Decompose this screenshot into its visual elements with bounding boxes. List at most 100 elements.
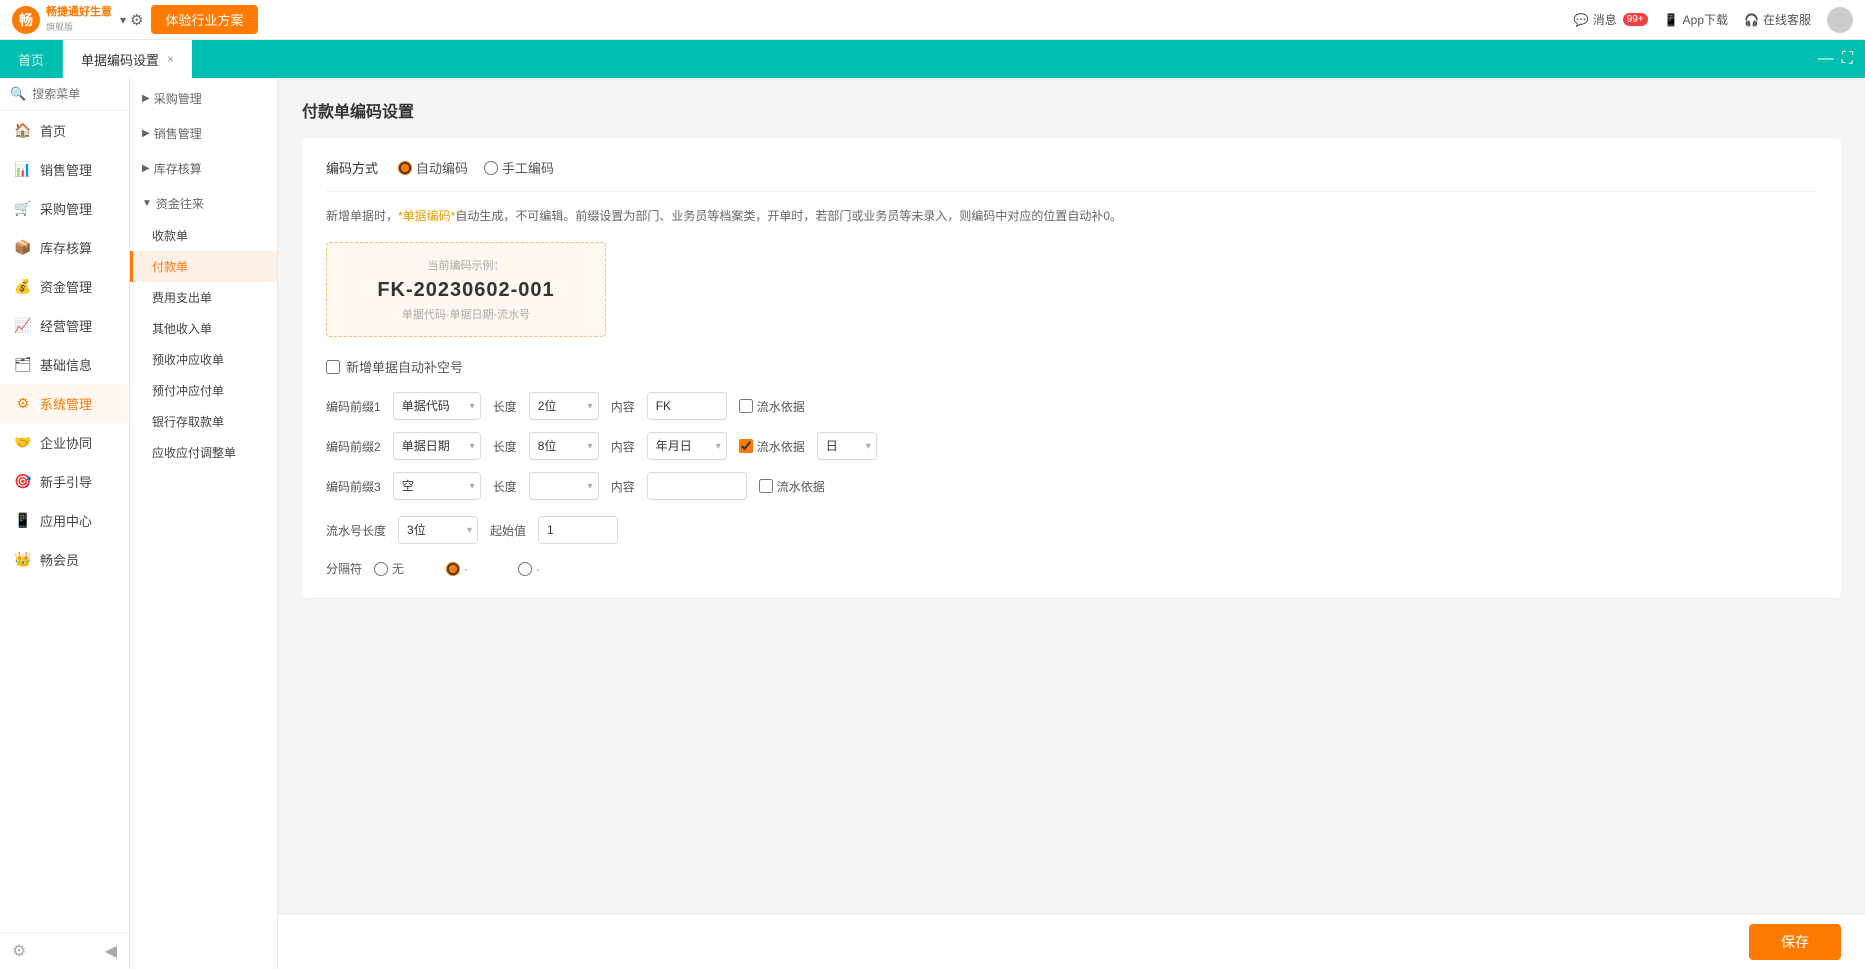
serial-length-select-wrap[interactable]: 3位: [398, 516, 478, 544]
sep-none-option[interactable]: 无: [374, 560, 430, 577]
settings-card: 编码方式 自动编码 手工编码 新增单据时，*单据编码*自动生: [302, 138, 1841, 597]
nav-settings-icon[interactable]: ⚙: [130, 11, 143, 29]
serial-length-select[interactable]: 3位: [398, 516, 478, 544]
manual-encoding-radio[interactable]: [484, 161, 498, 175]
sidebar-item-inventory[interactable]: 📦 库存核算: [0, 228, 129, 267]
prefix3-select[interactable]: 空: [393, 472, 481, 500]
sidebar-item-system[interactable]: ⚙ 系统管理: [0, 384, 129, 423]
sep-dot-option[interactable]: ·: [446, 562, 502, 576]
sub-group-sales-header[interactable]: ▶ 销售管理: [130, 117, 277, 150]
sidebar-footer: ⚙ ◀: [0, 932, 129, 969]
user-avatar[interactable]: [1827, 7, 1853, 33]
sidebar-item-apps[interactable]: 📱 应用中心: [0, 501, 129, 540]
manual-encoding-label: 手工编码: [502, 158, 554, 177]
sep-none-radio[interactable]: [374, 562, 388, 576]
sep-dot2-option[interactable]: ·: [518, 562, 574, 576]
sub-group-sales-label: 销售管理: [154, 125, 202, 142]
prefix2-select-wrap[interactable]: 单据日期: [393, 432, 481, 460]
sidebar-item-label-finance: 资金管理: [40, 277, 92, 296]
sidebar-item-operations[interactable]: 📈 经营管理: [0, 306, 129, 345]
sidebar-search-bar[interactable]: 🔍: [0, 78, 129, 111]
prefix2-select[interactable]: 单据日期: [393, 432, 481, 460]
search-input[interactable]: [32, 87, 130, 101]
trial-button[interactable]: 体验行业方案: [151, 5, 257, 34]
online-service-item[interactable]: 🎧 在线客服: [1744, 11, 1811, 28]
app-download-item[interactable]: 📱 App下载: [1664, 11, 1728, 28]
sub-group-sales: ▶ 销售管理: [130, 117, 277, 150]
length3-select-wrap[interactable]: [529, 472, 599, 500]
prefix3-select-wrap[interactable]: 空: [393, 472, 481, 500]
message-icon: 💬: [1574, 13, 1589, 27]
sub-item-other-income[interactable]: 其他收入单: [130, 313, 277, 344]
sidebar-item-home[interactable]: 🏠 首页: [0, 111, 129, 150]
prefix1-select[interactable]: 单据代码: [393, 392, 481, 420]
logo-icon: 畅: [12, 6, 40, 34]
sidebar-item-finance[interactable]: 💰 资金管理: [0, 267, 129, 306]
phone-icon: 📱: [1664, 13, 1679, 27]
auto-encoding-option[interactable]: 自动编码: [398, 158, 468, 177]
system-icon: ⚙: [14, 395, 32, 413]
nav-dropdown-arrow[interactable]: ▾: [120, 13, 126, 27]
sales-arrow-icon: ▶: [142, 128, 150, 139]
sub-item-pre-receivable[interactable]: 预收冲应收单: [130, 344, 277, 375]
finance-icon: 💰: [14, 278, 32, 296]
tab-encoding-settings[interactable]: 单据编码设置 ×: [63, 40, 192, 78]
length2-select-wrap[interactable]: 8位: [529, 432, 599, 460]
length2-select[interactable]: 8位: [529, 432, 599, 460]
manual-encoding-option[interactable]: 手工编码: [484, 158, 554, 177]
sidebar-item-sales[interactable]: 📊 销售管理: [0, 150, 129, 189]
sub-item-pre-payable[interactable]: 预付冲应付单: [130, 375, 277, 406]
sub-item-receipt[interactable]: 收款单: [130, 220, 277, 251]
sidebar-item-enterprise[interactable]: 🤝 企业协同: [0, 423, 129, 462]
separator-label: 分隔符: [326, 560, 362, 577]
form-row-1: 编码前缀1 单据代码 长度 2位 内容: [326, 392, 1817, 420]
auto-zero-checkbox[interactable]: [326, 360, 340, 374]
sidebar-item-guide[interactable]: 🎯 新手引导: [0, 462, 129, 501]
sub-group-inventory-header[interactable]: ▶ 库存核算: [130, 152, 277, 185]
sidebar-item-base[interactable]: 🗂 基础信息: [0, 345, 129, 384]
auto-encoding-radio[interactable]: [398, 161, 412, 175]
length1-select[interactable]: 2位: [529, 392, 599, 420]
topbar: 畅 畅捷通好生意 旗舰版 ▾ ⚙ 体验行业方案 💬 消息 99+ 📱 App下载…: [0, 0, 1865, 40]
serial2-checkbox[interactable]: [739, 439, 753, 453]
sep-dot-radio[interactable]: [446, 562, 460, 576]
sidebar-item-membership[interactable]: 👑 畅会员: [0, 540, 129, 579]
serial3-checkbox[interactable]: [759, 479, 773, 493]
content2-select-wrap[interactable]: 年月日: [647, 432, 727, 460]
length1-select-wrap[interactable]: 2位: [529, 392, 599, 420]
sub-group-capital-header[interactable]: ▼ 资金往来: [130, 187, 277, 220]
length3-select[interactable]: [529, 472, 599, 500]
sub-group-purchase: ▶ 采购管理: [130, 82, 277, 115]
message-label: 消息: [1593, 11, 1617, 28]
content2-select[interactable]: 年月日: [647, 432, 727, 460]
sub-item-adjustment[interactable]: 应收应付调整单: [130, 437, 277, 468]
sub-item-payment[interactable]: 付款单: [130, 251, 277, 282]
collapse-icon[interactable]: ◀: [105, 941, 117, 961]
online-service-label: 在线客服: [1763, 11, 1811, 28]
sub-group-purchase-header[interactable]: ▶ 采购管理: [130, 82, 277, 115]
serial2-unit-wrap[interactable]: 日: [817, 432, 877, 460]
tab-home[interactable]: 首页: [0, 40, 63, 78]
content3-input[interactable]: [647, 472, 747, 500]
sep-dot2-radio[interactable]: [518, 562, 532, 576]
prefix1-select-wrap[interactable]: 单据代码: [393, 392, 481, 420]
sidebar-item-purchase[interactable]: 🛒 采购管理: [0, 189, 129, 228]
topbar-nav[interactable]: ▾ ⚙: [120, 11, 143, 29]
content1-input[interactable]: [647, 392, 727, 420]
sub-item-bank[interactable]: 银行存取款单: [130, 406, 277, 437]
minimize-icon[interactable]: —: [1818, 50, 1834, 68]
sub-item-expense[interactable]: 费用支出单: [130, 282, 277, 313]
serial1-checkbox[interactable]: [739, 399, 753, 413]
serial2-unit-select[interactable]: 日: [817, 432, 877, 460]
tab-close-button[interactable]: ×: [167, 52, 174, 66]
length3-label: 长度: [493, 478, 517, 495]
sidebar-item-label-apps: 应用中心: [40, 511, 92, 530]
sidebar-item-label-sales: 销售管理: [40, 160, 92, 179]
settings-footer-icon[interactable]: ⚙: [12, 941, 26, 961]
serial-start-input[interactable]: [538, 516, 618, 544]
message-item[interactable]: 💬 消息 99+: [1574, 11, 1648, 28]
topbar-right: 💬 消息 99+ 📱 App下载 🎧 在线客服: [1574, 7, 1853, 33]
sidebar-item-label-home: 首页: [40, 121, 66, 140]
save-button[interactable]: 保存: [1749, 924, 1841, 960]
maximize-icon[interactable]: ⛶: [1842, 50, 1853, 68]
